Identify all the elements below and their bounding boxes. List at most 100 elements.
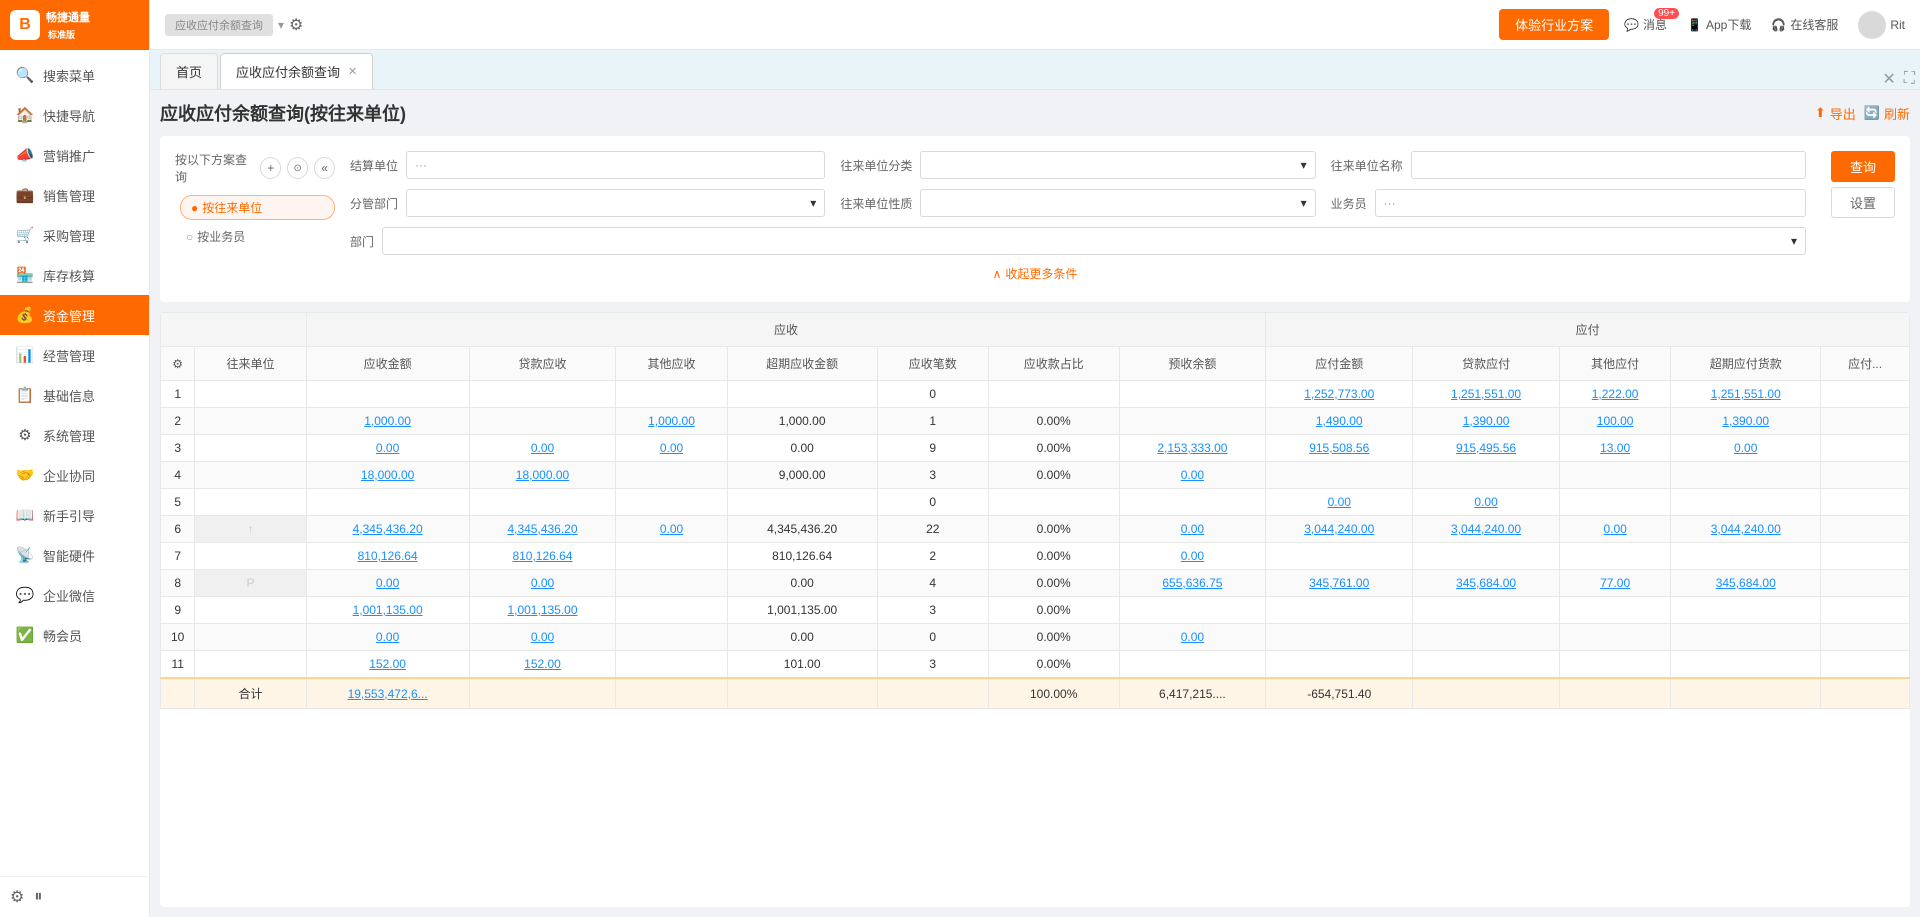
sidebar-item-guide[interactable]: 📖 新手引导 [0, 495, 149, 535]
row-ap-other[interactable]: 0.00 [1559, 516, 1670, 543]
header-gear-icon[interactable]: ⚙ [289, 15, 303, 35]
sidebar-item-marketing[interactable]: 📣 营销推广 [0, 135, 149, 175]
row-ap-loan[interactable]: 915,495.56 [1413, 435, 1560, 462]
row-ap-amount[interactable]: 3,044,240.00 [1266, 516, 1413, 543]
message-action[interactable]: 💬 消息 99+ [1624, 16, 1667, 33]
partner-name-input[interactable] [1411, 151, 1806, 179]
export-button[interactable]: ⬆ 导出 [1815, 104, 1856, 123]
row-ar-loan[interactable]: 152.00 [469, 651, 616, 679]
row-ar-amount[interactable]: 0.00 [306, 624, 469, 651]
row-ap-other[interactable]: 1,222.00 [1559, 381, 1670, 408]
settlement-unit-input[interactable]: ··· [406, 151, 825, 179]
footer-collapse-icon[interactable]: ⏸ [34, 888, 42, 906]
tab-ar-ap[interactable]: 应收应付余额查询 ✕ [220, 53, 373, 89]
row-ar-amount[interactable]: 810,126.64 [306, 543, 469, 570]
row-ar-prepay[interactable]: 0.00 [1119, 462, 1266, 489]
row-ar-amount[interactable]: 0.00 [306, 570, 469, 597]
row-ar-prepay[interactable]: 0.00 [1119, 543, 1266, 570]
row-ar-prepay[interactable]: 655,636.75 [1119, 570, 1266, 597]
salesperson-input[interactable]: ··· [1375, 189, 1806, 217]
row-ap-loan[interactable]: 1,390.00 [1413, 408, 1560, 435]
row-ap-overdue[interactable]: 0.00 [1671, 435, 1821, 462]
collapse-scheme-button[interactable]: « [314, 157, 335, 179]
row-ar-loan[interactable]: 1,001,135.00 [469, 597, 616, 624]
footer-settings-icon[interactable]: ⚙ [10, 887, 24, 907]
row-ap-other[interactable]: 13.00 [1559, 435, 1670, 462]
dept-select[interactable]: ▾ [406, 189, 825, 217]
row-ar-loan[interactable]: 18,000.00 [469, 462, 616, 489]
row-ap-loan[interactable]: 0.00 [1413, 489, 1560, 516]
partner-category-select[interactable]: ▾ [920, 151, 1315, 179]
row-ap-amount[interactable]: 0.00 [1266, 489, 1413, 516]
sidebar-item-finance[interactable]: 💰 资金管理 [0, 295, 149, 335]
sidebar-item-sales[interactable]: 💼 销售管理 [0, 175, 149, 215]
query-button[interactable]: 查询 [1831, 151, 1895, 182]
row-ar-amount[interactable]: 4,345,436.20 [306, 516, 469, 543]
row-num: 2 [161, 408, 195, 435]
row-ap-overdue[interactable]: 345,684.00 [1671, 570, 1821, 597]
app-download-action[interactable]: 📱 App下载 [1687, 16, 1751, 33]
row-ap-other[interactable]: 77.00 [1559, 570, 1670, 597]
refresh-button[interactable]: 🔄 刷新 [1864, 104, 1910, 123]
row-ap-amount[interactable]: 1,252,773.00 [1266, 381, 1413, 408]
row-ap-loan[interactable]: 345,684.00 [1413, 570, 1560, 597]
row-ar-loan[interactable]: 0.00 [469, 570, 616, 597]
table-footer: 合计 19,553,472,6... 100.00% 6,417,215....… [161, 678, 1910, 709]
sidebar-item-purchase[interactable]: 🛒 采购管理 [0, 215, 149, 255]
row-ar-prepay[interactable]: 2,153,333.00 [1119, 435, 1266, 462]
row-ap-overdue[interactable]: 1,390.00 [1671, 408, 1821, 435]
row-ap-loan[interactable]: 3,044,240.00 [1413, 516, 1560, 543]
row-ap-loan[interactable]: 1,251,551.00 [1413, 381, 1560, 408]
sidebar-item-search[interactable]: 🔍 搜索菜单 [0, 55, 149, 95]
sidebar-item-operations[interactable]: 📊 经营管理 [0, 335, 149, 375]
row-ar-loan[interactable]: 0.00 [469, 624, 616, 651]
sidebar-item-label: 系统管理 [43, 426, 95, 445]
sidebar-item-weixin[interactable]: 💬 企业微信 [0, 575, 149, 615]
settings-button[interactable]: 设置 [1831, 187, 1895, 218]
clipboard-icon: 📋 [15, 385, 35, 405]
sidebar-item-member[interactable]: ✅ 畅会员 [0, 615, 149, 655]
row-ar-other[interactable]: 0.00 [616, 516, 727, 543]
row-ar-loan[interactable]: 810,126.64 [469, 543, 616, 570]
settings-scheme-button[interactable]: ⊙ [287, 157, 308, 179]
row-ar-amount[interactable]: 18,000.00 [306, 462, 469, 489]
window-expand-icon[interactable]: ⛶ [1904, 70, 1915, 88]
row-ap-overdue[interactable]: 3,044,240.00 [1671, 516, 1821, 543]
row-ap-overdue[interactable]: 1,251,551.00 [1671, 381, 1821, 408]
row-ar-prepay[interactable]: 0.00 [1119, 516, 1266, 543]
row-ap-amount[interactable]: 345,761.00 [1266, 570, 1413, 597]
row-ar-other[interactable]: 0.00 [616, 435, 727, 462]
scheme-by-staff[interactable]: ○ 按业务员 [180, 225, 335, 248]
chat-icon: 💬 [15, 585, 35, 605]
sidebar-item-hardware[interactable]: 📡 智能硬件 [0, 535, 149, 575]
row-ar-amount[interactable]: 0.00 [306, 435, 469, 462]
sidebar-item-inventory[interactable]: 🏪 库存核算 [0, 255, 149, 295]
row-ap-amount[interactable]: 915,508.56 [1266, 435, 1413, 462]
scheme-by-unit[interactable]: ● 按往来单位 [180, 195, 335, 220]
promo-button[interactable]: 体验行业方案 [1499, 9, 1609, 40]
row-ar-other[interactable]: 1,000.00 [616, 408, 727, 435]
user-area[interactable]: Rit [1858, 11, 1905, 39]
breadcrumb-dropdown-icon[interactable]: ▾ [278, 18, 284, 32]
collapse-button[interactable]: ∧ 收起更多条件 [988, 260, 1083, 287]
window-close-icon[interactable]: ✕ [1882, 69, 1895, 89]
row-ar-amount[interactable]: 152.00 [306, 651, 469, 679]
row-ar-prepay[interactable]: 0.00 [1119, 624, 1266, 651]
th-gear[interactable]: ⚙ [161, 347, 195, 381]
sidebar-item-quicknav[interactable]: 🏠 快捷导航 [0, 95, 149, 135]
sidebar-item-system[interactable]: ⚙ 系统管理 [0, 415, 149, 455]
partner-nature-select[interactable]: ▾ [920, 189, 1315, 217]
row-ar-loan[interactable]: 4,345,436.20 [469, 516, 616, 543]
row-ap-amount[interactable]: 1,490.00 [1266, 408, 1413, 435]
row-ar-amount[interactable]: 1,001,135.00 [306, 597, 469, 624]
row-ar-amount[interactable]: 1,000.00 [306, 408, 469, 435]
add-scheme-button[interactable]: + [260, 157, 281, 179]
sidebar-item-coop[interactable]: 🤝 企业协同 [0, 455, 149, 495]
row-ar-loan[interactable]: 0.00 [469, 435, 616, 462]
row-ap-other[interactable]: 100.00 [1559, 408, 1670, 435]
service-action[interactable]: 🎧 在线客服 [1771, 16, 1838, 33]
department-select[interactable]: ▾ [382, 227, 1806, 255]
tab-home[interactable]: 首页 [160, 53, 218, 89]
tab-close-icon[interactable]: ✕ [348, 65, 357, 78]
sidebar-item-base[interactable]: 📋 基础信息 [0, 375, 149, 415]
